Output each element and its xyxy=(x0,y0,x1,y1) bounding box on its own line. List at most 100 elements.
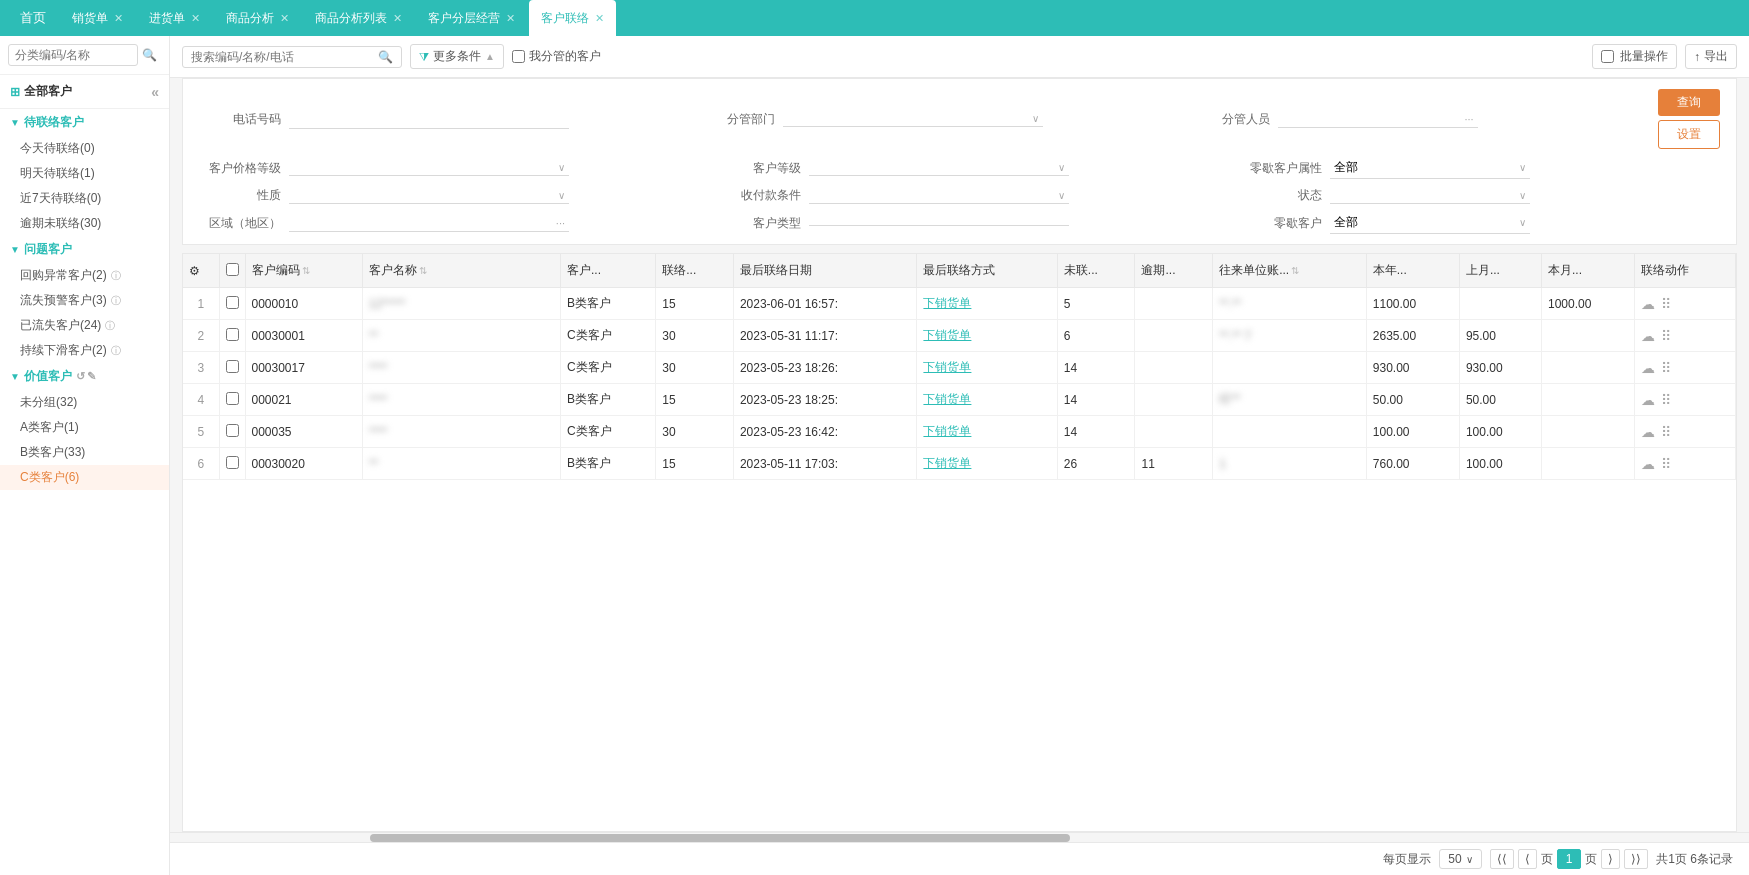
filter-phone-input[interactable] xyxy=(289,110,569,129)
export-button[interactable]: ↑ 导出 xyxy=(1685,44,1737,69)
query-button[interactable]: 查询 xyxy=(1658,89,1720,116)
nav-item-purchase[interactable]: 进货单 ✕ xyxy=(137,0,212,36)
sidebar-item-today[interactable]: 今天待联络(0) xyxy=(0,136,169,161)
sidebar-search-input[interactable] xyxy=(8,44,138,66)
my-customers-checkbox[interactable]: 我分管的客户 xyxy=(512,48,601,65)
sidebar-group-problem[interactable]: ▼ 问题客户 xyxy=(0,236,169,263)
prev-page-button[interactable]: ⟨ xyxy=(1518,849,1537,869)
row-last-method-2[interactable]: 下销货单 xyxy=(917,320,1057,352)
table-scroll-thumb[interactable] xyxy=(370,834,1070,842)
row-last-method-3[interactable]: 下销货单 xyxy=(917,352,1057,384)
current-page-number[interactable]: 1 xyxy=(1557,849,1582,869)
row-checkbox-3[interactable] xyxy=(219,352,245,384)
sort-account-icon[interactable]: ⇅ xyxy=(1291,265,1299,276)
row-checkbox-4[interactable] xyxy=(219,384,245,416)
more-icon-5[interactable]: ⠿ xyxy=(1661,424,1671,440)
close-segment-icon[interactable]: ✕ xyxy=(506,12,515,25)
info-lost-icon: ⓘ xyxy=(105,319,115,333)
row-last-method-5[interactable]: 下销货单 xyxy=(917,416,1057,448)
sidebar-item-abnormal[interactable]: 回购异常客户(2) ⓘ xyxy=(0,263,169,288)
nav-item-sales[interactable]: 销货单 ✕ xyxy=(60,0,135,36)
nav-item-analysis[interactable]: 商品分析 ✕ xyxy=(214,0,301,36)
table-scroll-bar[interactable] xyxy=(170,832,1749,842)
sidebar-item-overdue[interactable]: 逾期未联络(30) xyxy=(0,211,169,236)
row-last-method-6[interactable]: 下销货单 xyxy=(917,448,1057,480)
close-analysis-icon[interactable]: ✕ xyxy=(280,12,289,25)
sort-name-icon[interactable]: ⇅ xyxy=(419,265,427,276)
refresh-icon[interactable]: ↺ xyxy=(76,370,85,383)
filter-nature-select[interactable]: ∨ xyxy=(289,188,569,204)
filter-manager-select[interactable]: ··· xyxy=(1278,111,1478,128)
sidebar-search-icon[interactable]: 🔍 xyxy=(142,48,157,62)
row-last-method-4[interactable]: 下销货单 xyxy=(917,384,1057,416)
sidebar-item-lost[interactable]: 已流失客户(24) ⓘ xyxy=(0,313,169,338)
main-search-icon[interactable]: 🔍 xyxy=(378,50,393,64)
th-not-contacted: 未联... xyxy=(1057,254,1135,288)
sidebar-item-tomorrow[interactable]: 明天待联络(1) xyxy=(0,161,169,186)
contact-icon-2[interactable]: ☁ xyxy=(1641,328,1655,344)
more-icon-1[interactable]: ⠿ xyxy=(1661,296,1671,312)
close-contact-icon[interactable]: ✕ xyxy=(595,12,604,25)
close-purchase-icon[interactable]: ✕ xyxy=(191,12,200,25)
filter-retail-select[interactable]: 全部 ∨ xyxy=(1330,212,1530,234)
close-analysis-list-icon[interactable]: ✕ xyxy=(393,12,402,25)
filter-dept-select[interactable]: ∨ xyxy=(783,111,1043,127)
sidebar-group-value[interactable]: ▼ 价值客户 ↺ ✎ xyxy=(0,363,169,390)
page-size-selector[interactable]: 50 ∨ xyxy=(1439,849,1481,869)
contact-icon-4[interactable]: ☁ xyxy=(1641,392,1655,408)
sidebar-item-class-c[interactable]: C类客户(6) xyxy=(0,465,169,490)
batch-op-button[interactable]: 批量操作 xyxy=(1592,44,1677,69)
row-last-method-1[interactable]: 下销货单 xyxy=(917,288,1057,320)
contact-icon-3[interactable]: ☁ xyxy=(1641,360,1655,376)
filter-price-grade-select[interactable]: ∨ xyxy=(289,160,569,176)
row-checkbox-1[interactable] xyxy=(219,288,245,320)
settings-gear-icon[interactable]: ⚙ xyxy=(189,264,200,278)
more-icon-2[interactable]: ⠿ xyxy=(1661,328,1671,344)
collapse-icon[interactable]: « xyxy=(151,84,159,100)
edit-groups-icon[interactable]: ✎ xyxy=(87,370,96,383)
next-page-button[interactable]: ⟩ xyxy=(1601,849,1620,869)
close-sales-icon[interactable]: ✕ xyxy=(114,12,123,25)
nature-chevron-icon: ∨ xyxy=(558,190,565,201)
contact-icon-6[interactable]: ☁ xyxy=(1641,456,1655,472)
row-checkbox-6[interactable] xyxy=(219,448,245,480)
sidebar-item-class-b[interactable]: B类客户(33) xyxy=(0,440,169,465)
sidebar-item-unclassified[interactable]: 未分组(32) xyxy=(0,390,169,415)
batch-check[interactable] xyxy=(1601,50,1614,63)
sidebar-all-customers[interactable]: ⊞ 全部客户 « xyxy=(0,75,169,109)
set-button[interactable]: 设置 xyxy=(1658,120,1720,149)
filter-more-button[interactable]: ⧩ 更多条件 ▲ xyxy=(410,44,504,69)
row-checkbox-5[interactable] xyxy=(219,416,245,448)
nav-item-customer-contact[interactable]: 客户联络 ✕ xyxy=(529,0,616,36)
nav-item-customer-segment[interactable]: 客户分层经营 ✕ xyxy=(416,0,527,36)
main-search-input[interactable] xyxy=(191,50,378,64)
more-icon-3[interactable]: ⠿ xyxy=(1661,360,1671,376)
sidebar-item-class-a[interactable]: A类客户(1) xyxy=(0,415,169,440)
sidebar-item-declining[interactable]: 持续下滑客户(2) ⓘ xyxy=(0,338,169,363)
th-checkbox[interactable] xyxy=(219,254,245,288)
sort-code-icon[interactable]: ⇅ xyxy=(302,265,310,276)
filter-region-select[interactable]: ··· xyxy=(289,215,569,232)
row-year-1: 1100.00 xyxy=(1366,288,1459,320)
nav-item-home[interactable]: 首页 xyxy=(8,0,58,36)
sidebar-group-pending[interactable]: ▼ 待联络客户 xyxy=(0,109,169,136)
row-checkbox-2[interactable] xyxy=(219,320,245,352)
my-customers-check[interactable] xyxy=(512,50,525,63)
contact-icon-5[interactable]: ☁ xyxy=(1641,424,1655,440)
select-all-checkbox[interactable] xyxy=(226,263,239,276)
filter-customer-type-select[interactable] xyxy=(809,221,1069,226)
filter-retail-attr-select[interactable]: 全部 ∨ xyxy=(1330,157,1530,179)
th-settings[interactable]: ⚙ xyxy=(183,254,219,288)
first-page-button[interactable]: ⟨⟨ xyxy=(1490,849,1514,869)
filter-payment-select[interactable]: ∨ xyxy=(809,188,1069,204)
sidebar-item-7days[interactable]: 近7天待联络(0) xyxy=(0,186,169,211)
more-icon-4[interactable]: ⠿ xyxy=(1661,392,1671,408)
filter-status-select[interactable]: ∨ xyxy=(1330,188,1530,204)
nav-item-analysis-list[interactable]: 商品分析列表 ✕ xyxy=(303,0,414,36)
sidebar-item-warning[interactable]: 流失预警客户(3) ⓘ xyxy=(0,288,169,313)
more-icon-6[interactable]: ⠿ xyxy=(1661,456,1671,472)
filter-customer-grade-select[interactable]: ∨ xyxy=(809,160,1069,176)
filter-payment: 收付款条件 ∨ xyxy=(719,187,1199,204)
contact-icon-1[interactable]: ☁ xyxy=(1641,296,1655,312)
last-page-button[interactable]: ⟩⟩ xyxy=(1624,849,1648,869)
